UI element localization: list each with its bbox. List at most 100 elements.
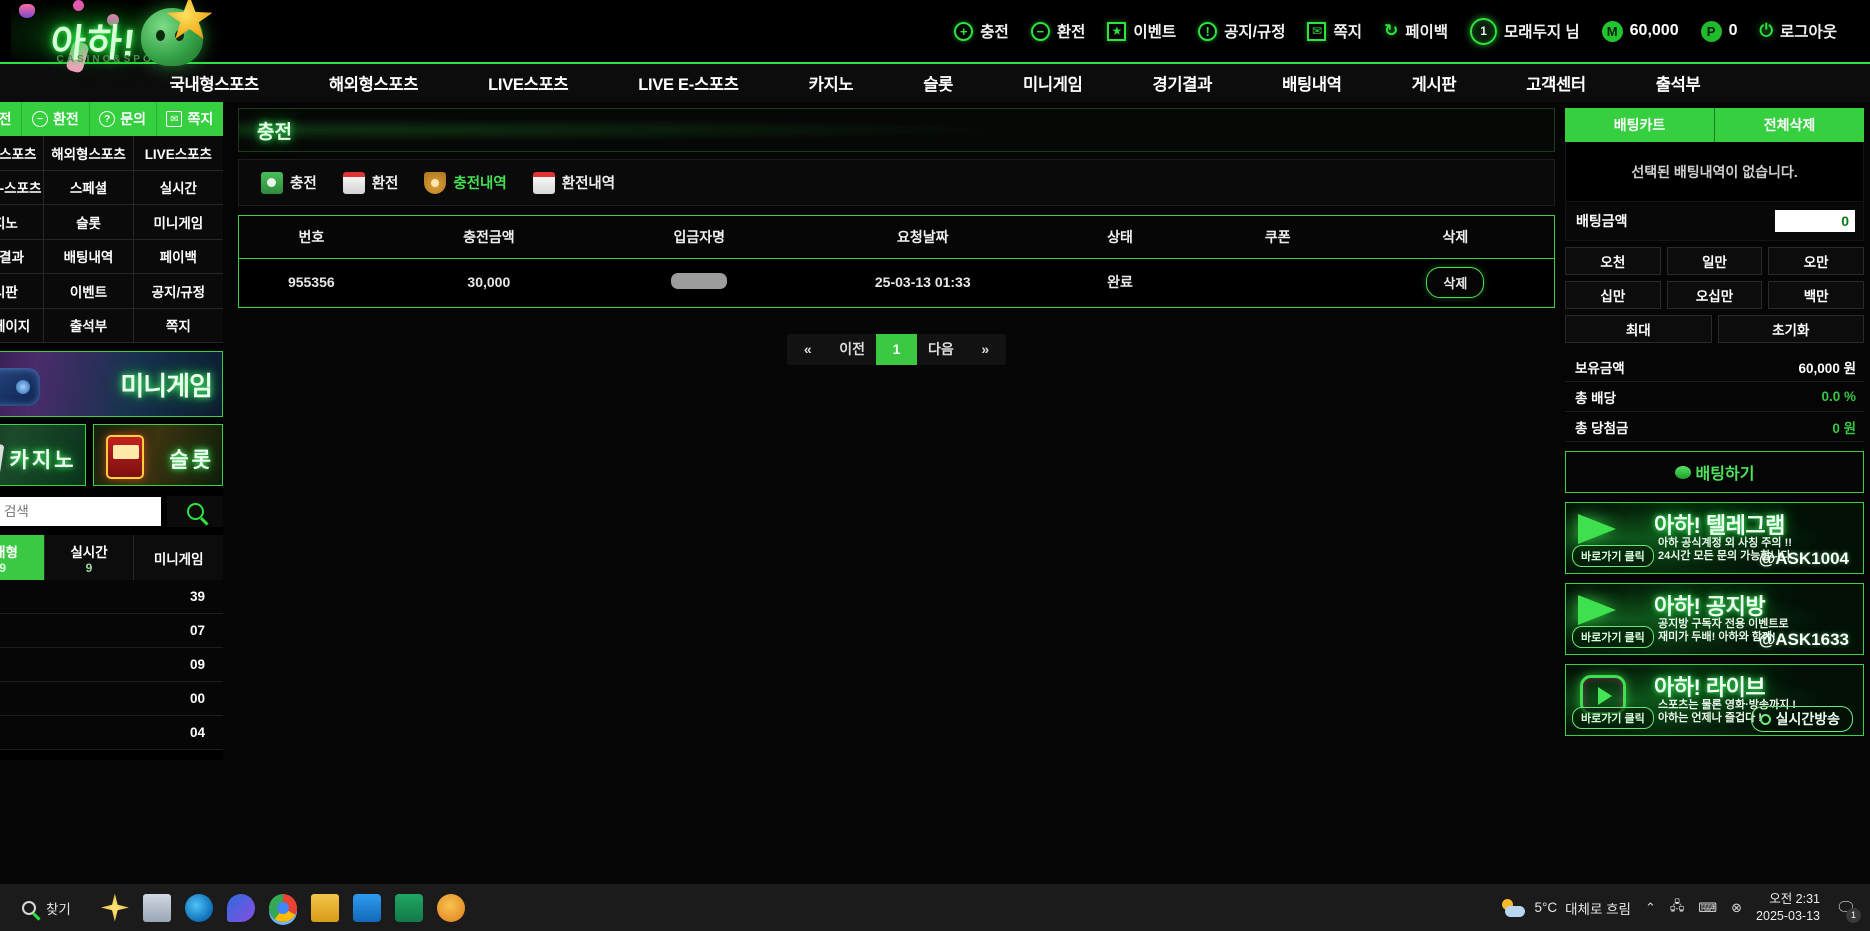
list-item[interactable]: 축구 39 — [0, 580, 223, 614]
sidebar-item-casino[interactable]: 카지노 — [0, 205, 45, 240]
sidebar-quick-inquiry[interactable]: ? 문의 — [89, 102, 157, 136]
sidebar-quick-message[interactable]: ✉ 쪽지 — [156, 102, 223, 136]
header-withdraw[interactable]: − 환전 — [1020, 20, 1097, 42]
nav-results[interactable]: 경기결과 — [1118, 71, 1248, 95]
nav-slot[interactable]: 슬롯 — [888, 71, 988, 95]
chip-500000[interactable]: 오십만 — [1666, 281, 1763, 309]
close-circle-icon[interactable]: ⊗ — [1731, 900, 1742, 916]
sidebar-item-attendance[interactable]: 출석부 — [44, 308, 134, 343]
match-search-button[interactable] — [167, 495, 223, 527]
copilot-icon[interactable] — [226, 893, 255, 922]
sidebar-item-results[interactable]: 경기결과 — [0, 239, 45, 274]
promo-telegram-banner[interactable]: 아하! 텔레그램 아하 공식계정 외 사칭 주의 !! 24시간 모든 문의 가… — [1565, 502, 1864, 574]
sidebar-item-mypage[interactable]: 마이페이지 — [0, 308, 45, 343]
sidebar-item-payback[interactable]: 페이백 — [133, 239, 223, 274]
list-item[interactable]: 배구 00 — [0, 682, 223, 716]
nav-customer-center[interactable]: 고객센터 — [1491, 71, 1621, 95]
sidebar-item-realtime[interactable]: 실시간 — [133, 170, 223, 205]
nav-live-sports[interactable]: LIVE스포츠 — [453, 71, 603, 95]
nav-betting-history[interactable]: 배팅내역 — [1247, 71, 1377, 95]
promo-live-banner[interactable]: 아하! 라이브 스포츠는 물론 영화·방송까지 ! 아하는 언제나 즐겁다 ! … — [1565, 664, 1864, 736]
nav-casino[interactable]: 카지노 — [774, 71, 889, 95]
nav-domestic-sports[interactable]: 국내형스포츠 — [135, 71, 294, 95]
sidebar-item-live-esports[interactable]: LIVE E-스포츠 — [0, 170, 45, 205]
tab-deposit[interactable]: 충전 — [261, 171, 317, 194]
sidebar-item-message[interactable]: 쪽지 — [133, 308, 223, 343]
header-money[interactable]: M 60,000 — [1591, 20, 1690, 42]
keyboard-icon[interactable]: ⌨ — [1698, 900, 1717, 916]
chip-reset[interactable]: 초기화 — [1717, 315, 1864, 343]
sport-tab-minigame[interactable]: 미니게임 — [134, 535, 224, 580]
sidebar-item-betting-history[interactable]: 배팅내역 — [44, 239, 134, 274]
sidebar-item-board[interactable]: 게시판 — [0, 274, 45, 309]
delete-row-button[interactable]: 삭제 — [1426, 266, 1485, 298]
copilot-sparkle-icon[interactable] — [100, 893, 129, 922]
nav-attendance[interactable]: 출석부 — [1621, 71, 1736, 95]
chip-10000[interactable]: 일만 — [1666, 247, 1763, 275]
task-view-icon[interactable] — [142, 893, 171, 922]
chrome-icon[interactable] — [268, 893, 297, 922]
chip-1000000[interactable]: 백만 — [1768, 281, 1864, 309]
sidebar-quick-withdraw[interactable]: − 환전 — [22, 102, 90, 136]
sidebar-item-event[interactable]: 이벤트 — [44, 274, 134, 309]
sidebar-item-overseas-sports[interactable]: 해외형스포츠 — [44, 136, 134, 171]
sidebar-item-notice[interactable]: 공지/규정 — [133, 274, 223, 309]
place-bet-button[interactable]: 배팅하기 — [1565, 451, 1864, 493]
header-event[interactable]: ★ 이벤트 — [1096, 20, 1187, 42]
header-logout[interactable]: ⏻ 로그아웃 — [1749, 20, 1849, 42]
notification-center-button[interactable]: 🗨 1 — [1834, 896, 1861, 923]
promo-live-button[interactable]: 바로가기 클릭 — [1572, 707, 1654, 729]
pagination-page-1[interactable]: 1 — [876, 333, 917, 365]
tab-deposit-history[interactable]: 충전내역 — [424, 171, 507, 194]
sidebar-item-domestic-sports[interactable]: 국내형스포츠 — [0, 136, 45, 171]
pagination-prev[interactable]: 이전 — [828, 334, 876, 365]
minigame-banner[interactable]: 미니게임 — [0, 351, 223, 417]
list-item[interactable]: 야구 07 — [0, 614, 223, 648]
sidebar-quick-deposit[interactable]: + 충전 — [0, 102, 23, 136]
clear-all-button[interactable]: 전체삭제 — [1715, 108, 1864, 142]
pagination-last[interactable]: » — [965, 334, 1006, 365]
sidebar-item-slot[interactable]: 슬롯 — [44, 205, 134, 240]
site-logo[interactable]: 아하! CASINO&SPORTS — [8, 0, 223, 74]
sport-tab-domestic[interactable]: 국내형 59 — [0, 535, 45, 580]
promo-live-watch-button[interactable]: 실시간방송 — [1750, 706, 1853, 732]
chip-100000[interactable]: 십만 — [1565, 281, 1661, 309]
chevron-up-icon[interactable]: ⌃ — [1645, 900, 1656, 916]
sidebar-item-live-sports[interactable]: LIVE스포츠 — [133, 136, 223, 171]
chip-5000[interactable]: 오천 — [1565, 247, 1661, 275]
edge-icon[interactable] — [184, 893, 213, 922]
tab-withdraw-history[interactable]: 환전내역 — [532, 171, 615, 194]
header-point[interactable]: P 0 — [1690, 20, 1749, 42]
tab-withdraw[interactable]: 환전 — [342, 171, 398, 194]
list-item[interactable]: 하키 04 — [0, 716, 223, 750]
sidebar-item-special[interactable]: 스페셜 — [44, 170, 134, 205]
promo-notice-banner[interactable]: 아하! 공지방 공지방 구독자 전용 이벤트로 재미가 두배! 아하와 함께! … — [1565, 583, 1864, 655]
promo-notice-button[interactable]: 바로가기 클릭 — [1572, 626, 1654, 648]
header-message[interactable]: ✉ 쪽지 — [1296, 20, 1373, 42]
bet-amount-input[interactable] — [1775, 210, 1855, 232]
header-user[interactable]: 1 모래두지 님 — [1459, 17, 1591, 45]
weather-widget[interactable]: 5°C 대체로 흐림 — [1502, 898, 1631, 918]
file-explorer-icon[interactable] — [310, 893, 339, 922]
network-icon[interactable]: 🖧 — [1670, 897, 1685, 919]
excel-icon[interactable] — [394, 893, 423, 922]
casino-app-icon[interactable] — [436, 893, 465, 922]
nav-overseas-sports[interactable]: 해외형스포츠 — [294, 71, 453, 95]
pagination-next[interactable]: 다음 — [917, 334, 965, 365]
header-notice[interactable]: ! 공지/규정 — [1187, 20, 1296, 42]
header-payback[interactable]: ↻ 페이백 — [1373, 20, 1459, 42]
promo-telegram-button[interactable]: 바로가기 클릭 — [1572, 545, 1654, 567]
taskbar-clock[interactable]: 오전 2:31 2025-03-13 — [1756, 891, 1820, 925]
pagination-first[interactable]: « — [787, 334, 828, 365]
match-search-input[interactable] — [0, 496, 161, 526]
list-item[interactable]: 농구 09 — [0, 648, 223, 682]
sidebar-item-minigame[interactable]: 미니게임 — [133, 205, 223, 240]
sport-tab-realtime[interactable]: 실시간 9 — [44, 535, 135, 580]
chip-50000[interactable]: 오만 — [1768, 247, 1864, 275]
tab-betting-cart[interactable]: 배팅카트 — [1565, 108, 1715, 142]
nav-live-esports[interactable]: LIVE E-스포츠 — [603, 71, 773, 95]
casino-banner[interactable]: 카지노 — [0, 424, 86, 486]
taskbar-search[interactable]: 찾기 — [12, 893, 87, 923]
microsoft-store-icon[interactable] — [352, 893, 381, 922]
chip-max[interactable]: 최대 — [1565, 315, 1712, 343]
